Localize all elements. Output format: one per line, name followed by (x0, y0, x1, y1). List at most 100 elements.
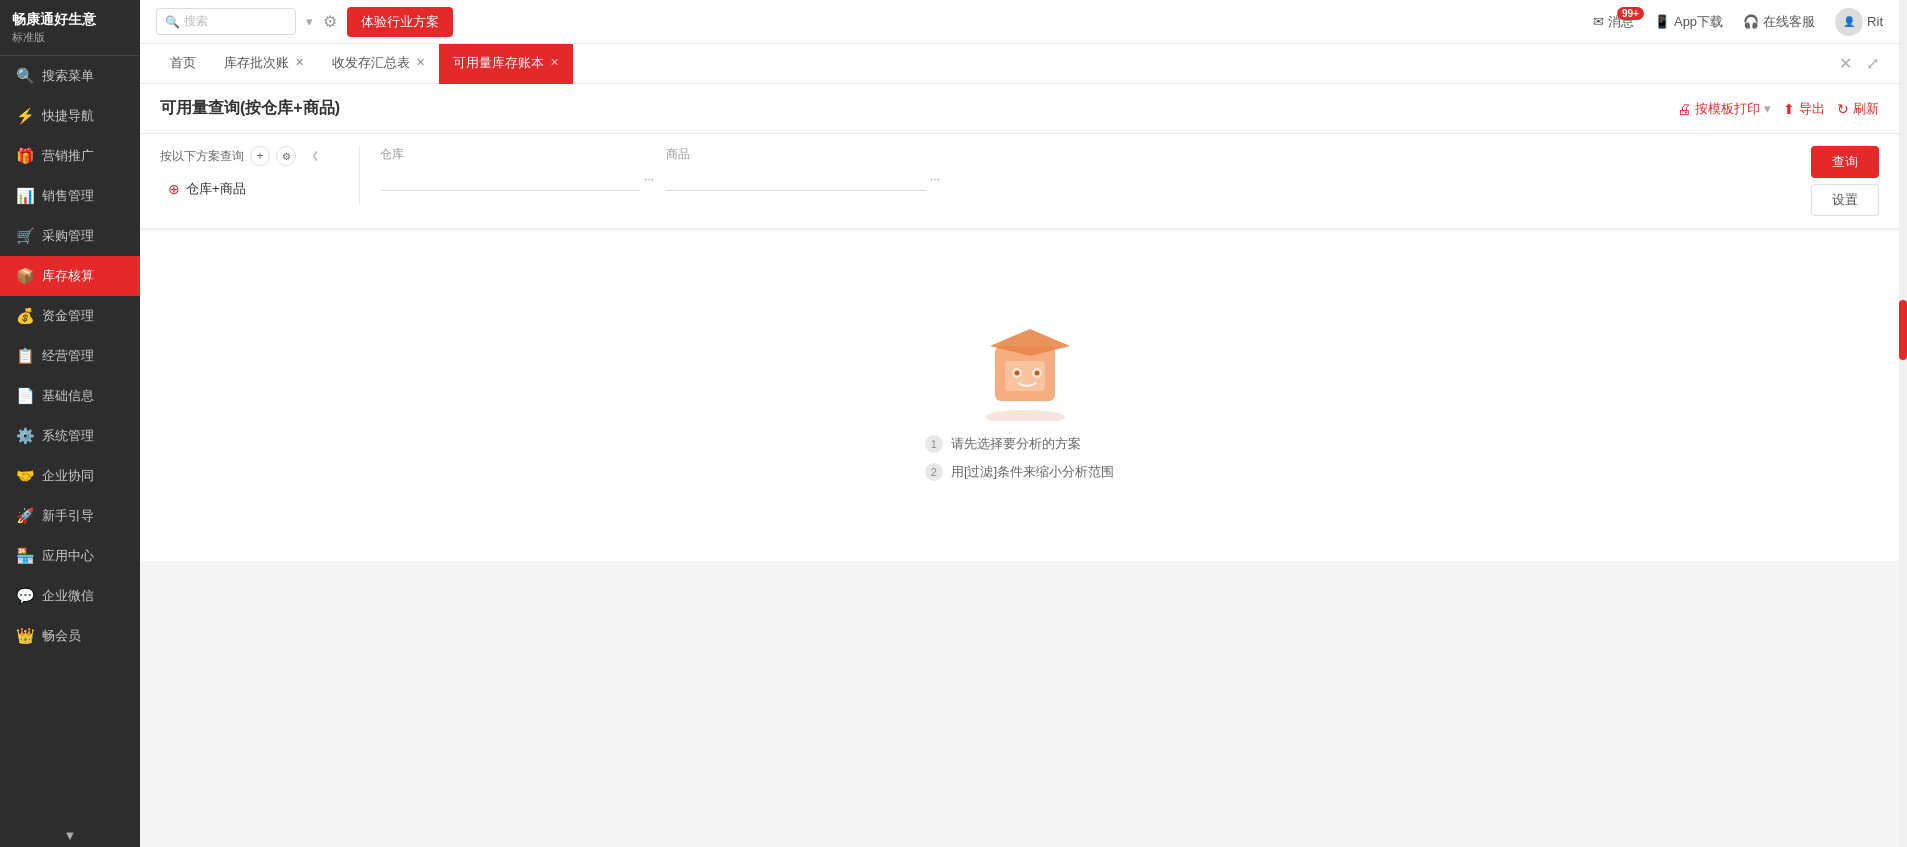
message-button[interactable]: ✉ 消息 99+ (1593, 13, 1634, 31)
page-header: 可用量查询(按仓库+商品) 🖨 按模板打印 ▾ ⬆ 导出 ↻ 刷新 (140, 84, 1899, 134)
search-icon: 🔍 (165, 15, 180, 29)
filter-fields: 仓库 ··· 商品 ··· (360, 146, 1811, 191)
sidebar-item-label: 企业微信 (42, 587, 94, 605)
refresh-button[interactable]: ↻ 刷新 (1837, 100, 1879, 118)
sidebar-item-label: 资金管理 (42, 307, 94, 325)
phone-icon: 📱 (1654, 14, 1670, 29)
sidebar-item-purchase[interactable]: 🛒 采购管理 (0, 216, 140, 256)
svg-point-7 (985, 410, 1065, 421)
hint-text-1: 请先选择要分析的方案 (951, 435, 1081, 453)
app-download-button[interactable]: 📱 App下载 (1654, 13, 1723, 31)
hint-num-2: 2 (925, 463, 943, 481)
sidebar-item-label: 快捷导航 (42, 107, 94, 125)
topbar-search[interactable]: 🔍 搜索 (156, 8, 296, 35)
gear-icon: ⚙️ (16, 427, 34, 445)
tab-close-icon[interactable]: ✕ (295, 56, 304, 69)
scheme-icon: ⊕ (168, 181, 180, 197)
sidebar-item-system[interactable]: ⚙️ 系统管理 (0, 416, 140, 456)
tab-batch-ledger[interactable]: 库存批次账 ✕ (210, 44, 318, 84)
tab-close-icon[interactable]: ✕ (550, 56, 559, 69)
page-content: 可用量查询(按仓库+商品) 🖨 按模板打印 ▾ ⬆ 导出 ↻ 刷新 (140, 84, 1899, 847)
scheme-item-warehouse-goods[interactable]: ⊕ 仓库+商品 (160, 174, 347, 204)
chevron-down-icon[interactable]: ▾ (1764, 101, 1771, 116)
svg-point-6 (1034, 371, 1039, 376)
goods-input[interactable] (666, 167, 926, 191)
empty-illustration (970, 311, 1070, 411)
export-button[interactable]: ⬆ 导出 (1783, 100, 1825, 118)
settings-button[interactable]: 设置 (1811, 184, 1879, 216)
box-icon: 📦 (16, 267, 34, 285)
topbar-chevron-down-icon[interactable]: ▾ (306, 14, 313, 29)
sidebar-item-operations[interactable]: 📋 经营管理 (0, 336, 140, 376)
message-badge: 99+ (1617, 7, 1644, 20)
goods-more-button[interactable]: ··· (930, 172, 940, 186)
sidebar-item-member[interactable]: 👑 畅会员 (0, 616, 140, 656)
export-label: 导出 (1799, 100, 1825, 118)
topbar-gear-icon[interactable]: ⚙ (323, 12, 337, 31)
tab-collect-summary-label: 收发存汇总表 (332, 54, 410, 72)
query-button[interactable]: 查询 (1811, 146, 1879, 178)
sidebar-item-guide[interactable]: 🚀 新手引导 (0, 496, 140, 536)
warehouse-more-button[interactable]: ··· (644, 172, 654, 186)
search-icon: 🔍 (16, 67, 34, 85)
sidebar-item-app-center[interactable]: 🏪 应用中心 (0, 536, 140, 576)
warehouse-input[interactable] (380, 167, 640, 191)
sidebar-item-label: 经营管理 (42, 347, 94, 365)
tab-home[interactable]: 首页 (156, 44, 210, 84)
sidebar-item-finance[interactable]: 💰 资金管理 (0, 296, 140, 336)
goods-field: 商品 ··· (666, 146, 940, 191)
filter-actions: 查询 设置 (1811, 146, 1879, 216)
cart-icon: 🛒 (16, 227, 34, 245)
user-profile[interactable]: 👤 Rit (1835, 8, 1883, 36)
empty-state: 1 请先选择要分析的方案 2 用[过滤]条件来缩小分析范围 (140, 231, 1899, 561)
tab-home-label: 首页 (170, 54, 196, 72)
expand-icon[interactable]: ⤢ (1862, 50, 1883, 77)
sidebar-item-label: 应用中心 (42, 547, 94, 565)
sidebar-item-label: 采购管理 (42, 227, 94, 245)
sidebar-scroll: 🔍 搜索菜单 ⚡ 快捷导航 🎁 营销推广 📊 销售管理 🛒 采购管理 📦 库存核… (0, 56, 140, 824)
scrollbar-thumb[interactable] (1899, 300, 1907, 360)
print-label: 按模板打印 (1695, 100, 1760, 118)
sidebar-scroll-down[interactable]: ▼ (0, 824, 140, 847)
sidebar-item-sales[interactable]: 📊 销售管理 (0, 176, 140, 216)
tab-close-icon[interactable]: ✕ (416, 56, 425, 69)
crown-icon: 👑 (16, 627, 34, 645)
close-tab-icon[interactable]: ✕ (1835, 50, 1856, 77)
hint-text-2: 用[过滤]条件来缩小分析范围 (951, 463, 1114, 481)
sidebar-item-enterprise[interactable]: 🤝 企业协同 (0, 456, 140, 496)
tab-available-qty[interactable]: 可用量库存账本 ✕ (439, 44, 573, 84)
sidebar-item-label: 营销推广 (42, 147, 94, 165)
sidebar-item-wechat[interactable]: 💬 企业微信 (0, 576, 140, 616)
sidebar: 畅康通好生意 标准版 🔍 搜索菜单 ⚡ 快捷导航 🎁 营销推广 📊 销售管理 🛒… (0, 0, 140, 847)
gift-icon: 🎁 (16, 147, 34, 165)
empty-hints: 1 请先选择要分析的方案 2 用[过滤]条件来缩小分析范围 (925, 435, 1114, 481)
sidebar-item-quick-nav[interactable]: ⚡ 快捷导航 (0, 96, 140, 136)
empty-illustration-svg (970, 311, 1090, 421)
app-edition: 标准版 (12, 30, 128, 45)
trial-button[interactable]: 体验行业方案 (347, 7, 453, 37)
store-icon: 🏪 (16, 547, 34, 565)
hint-num-1: 1 (925, 435, 943, 453)
main-content: 🔍 搜索 ▾ ⚙ 体验行业方案 ✉ 消息 99+ 📱 App下载 🎧 在线客服 … (140, 0, 1899, 847)
tab-collect-summary[interactable]: 收发存汇总表 ✕ (318, 44, 439, 84)
hint-item-2: 2 用[过滤]条件来缩小分析范围 (925, 463, 1114, 481)
online-service-label: 在线客服 (1763, 13, 1815, 31)
sidebar-item-basic[interactable]: 📄 基础信息 (0, 376, 140, 416)
sidebar-item-search[interactable]: 🔍 搜索菜单 (0, 56, 140, 96)
handshake-icon: 🤝 (16, 467, 34, 485)
sidebar-item-marketing[interactable]: 🎁 营销推广 (0, 136, 140, 176)
collapse-scheme-button[interactable]: 《 (302, 146, 322, 166)
app-name: 畅康通好生意 (12, 10, 128, 30)
chart-icon: 📊 (16, 187, 34, 205)
print-button[interactable]: 🖨 按模板打印 ▾ (1677, 100, 1771, 118)
online-service-button[interactable]: 🎧 在线客服 (1743, 13, 1815, 31)
settings-scheme-button[interactable]: ⚙ (276, 146, 296, 166)
warehouse-field: 仓库 ··· (380, 146, 654, 191)
message-icon: ✉ (1593, 14, 1604, 29)
refresh-label: 刷新 (1853, 100, 1879, 118)
avatar-initials: 👤 (1843, 16, 1855, 27)
clipboard-icon: 📋 (16, 347, 34, 365)
right-scrollbar[interactable] (1899, 0, 1907, 847)
add-scheme-button[interactable]: + (250, 146, 270, 166)
sidebar-item-inventory[interactable]: 📦 库存核算 (0, 256, 140, 296)
